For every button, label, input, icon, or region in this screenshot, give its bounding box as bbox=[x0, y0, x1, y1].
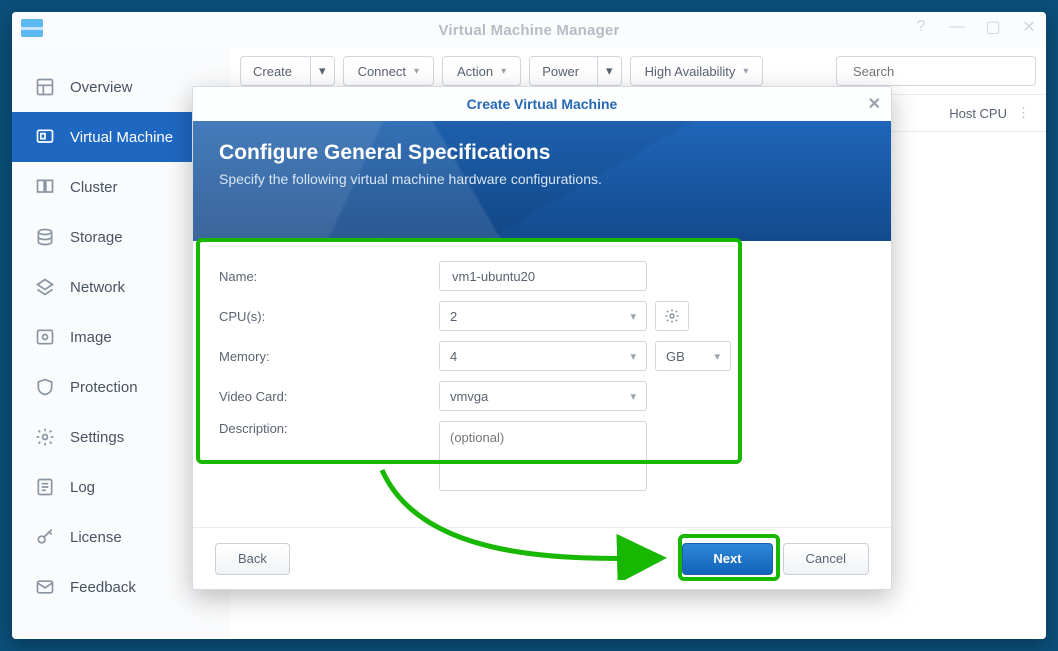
caret-down-icon: ▾ bbox=[630, 310, 636, 323]
sidebar-label: Settings bbox=[70, 429, 124, 446]
column-menu-icon[interactable]: ⋮ bbox=[1017, 105, 1032, 121]
cancel-button[interactable]: Cancel bbox=[783, 543, 869, 575]
caret-down-icon[interactable]: ▾ bbox=[597, 57, 621, 85]
app-window: Virtual Machine Manager ? — ▢ ✕ Overview… bbox=[12, 12, 1046, 639]
search-input[interactable] bbox=[851, 63, 1031, 80]
gear-icon bbox=[664, 308, 680, 324]
log-icon bbox=[34, 476, 56, 498]
dialog-title-bar: Create Virtual Machine ✕ bbox=[193, 87, 891, 121]
help-icon[interactable]: ? bbox=[912, 18, 930, 36]
create-button[interactable]: Create ▾ bbox=[240, 56, 335, 86]
caret-down-icon: ▾ bbox=[630, 350, 636, 363]
close-icon[interactable]: ✕ bbox=[1020, 18, 1038, 36]
window-controls: ? — ▢ ✕ bbox=[912, 18, 1038, 36]
storage-icon bbox=[34, 226, 56, 248]
sidebar-label: License bbox=[70, 529, 122, 546]
title-bar: Virtual Machine Manager ? — ▢ ✕ bbox=[12, 12, 1046, 48]
gear-icon bbox=[34, 426, 56, 448]
dialog-close-icon[interactable]: ✕ bbox=[868, 94, 881, 114]
name-input[interactable] bbox=[450, 268, 636, 285]
shield-icon bbox=[34, 376, 56, 398]
app-icon bbox=[20, 18, 44, 38]
sidebar-label: Storage bbox=[70, 229, 123, 246]
memory-select[interactable]: 4▾ bbox=[439, 341, 647, 371]
action-button[interactable]: Action▾ bbox=[442, 56, 521, 86]
sidebar-label: Virtual Machine bbox=[70, 129, 173, 146]
connect-button[interactable]: Connect▾ bbox=[343, 56, 434, 86]
maximize-icon[interactable]: ▢ bbox=[984, 18, 1002, 36]
sidebar-label: Network bbox=[70, 279, 125, 296]
caret-down-icon: ▾ bbox=[714, 350, 720, 363]
layout-icon bbox=[34, 76, 56, 98]
dialog-body: Name: CPU(s): 2▾ Memory: 4▾ GB▾ Video Ca… bbox=[193, 241, 891, 527]
sidebar-label: Feedback bbox=[70, 579, 136, 596]
dialog-footer: Back Next Cancel bbox=[193, 527, 891, 589]
create-vm-dialog: Create Virtual Machine ✕ Configure Gener… bbox=[192, 86, 892, 590]
label-description: Description: bbox=[219, 421, 439, 436]
cluster-icon bbox=[34, 176, 56, 198]
dialog-hero: Configure General Specifications Specify… bbox=[193, 121, 891, 241]
sidebar-label: Protection bbox=[70, 379, 138, 396]
key-icon bbox=[34, 526, 56, 548]
dialog-title: Create Virtual Machine bbox=[467, 96, 618, 112]
dialog-hero-title: Configure General Specifications bbox=[219, 141, 865, 165]
power-button[interactable]: Power ▾ bbox=[529, 56, 621, 86]
video-card-select[interactable]: vmvga▾ bbox=[439, 381, 647, 411]
image-icon bbox=[34, 326, 56, 348]
label-cpu: CPU(s): bbox=[219, 309, 439, 324]
label-memory: Memory: bbox=[219, 349, 439, 364]
back-button[interactable]: Back bbox=[215, 543, 290, 575]
memory-unit-select[interactable]: GB▾ bbox=[655, 341, 731, 371]
cpu-settings-button[interactable] bbox=[655, 301, 689, 331]
label-name: Name: bbox=[219, 269, 439, 284]
column-host-cpu[interactable]: Host CPU bbox=[949, 106, 1007, 121]
caret-down-icon: ▾ bbox=[501, 66, 506, 77]
window-title: Virtual Machine Manager bbox=[438, 22, 619, 39]
cpu-select[interactable]: 2▾ bbox=[439, 301, 647, 331]
name-field[interactable] bbox=[439, 261, 647, 291]
vm-icon bbox=[34, 126, 56, 148]
caret-down-icon: ▾ bbox=[414, 66, 419, 77]
sidebar-label: Log bbox=[70, 479, 95, 496]
sidebar-label: Cluster bbox=[70, 179, 118, 196]
caret-down-icon: ▾ bbox=[743, 66, 748, 77]
network-icon bbox=[34, 276, 56, 298]
caret-down-icon: ▾ bbox=[630, 390, 636, 403]
mail-icon bbox=[34, 576, 56, 598]
minimize-icon[interactable]: — bbox=[948, 18, 966, 36]
next-button[interactable]: Next bbox=[682, 543, 772, 575]
sidebar-label: Overview bbox=[70, 79, 133, 96]
description-textarea[interactable] bbox=[439, 421, 647, 491]
caret-down-icon[interactable]: ▾ bbox=[310, 57, 334, 85]
search-field[interactable] bbox=[836, 56, 1036, 86]
label-video: Video Card: bbox=[219, 389, 439, 404]
sidebar-label: Image bbox=[70, 329, 112, 346]
dialog-hero-subtitle: Specify the following virtual machine ha… bbox=[219, 171, 865, 187]
high-availability-button[interactable]: High Availability▾ bbox=[630, 56, 764, 86]
